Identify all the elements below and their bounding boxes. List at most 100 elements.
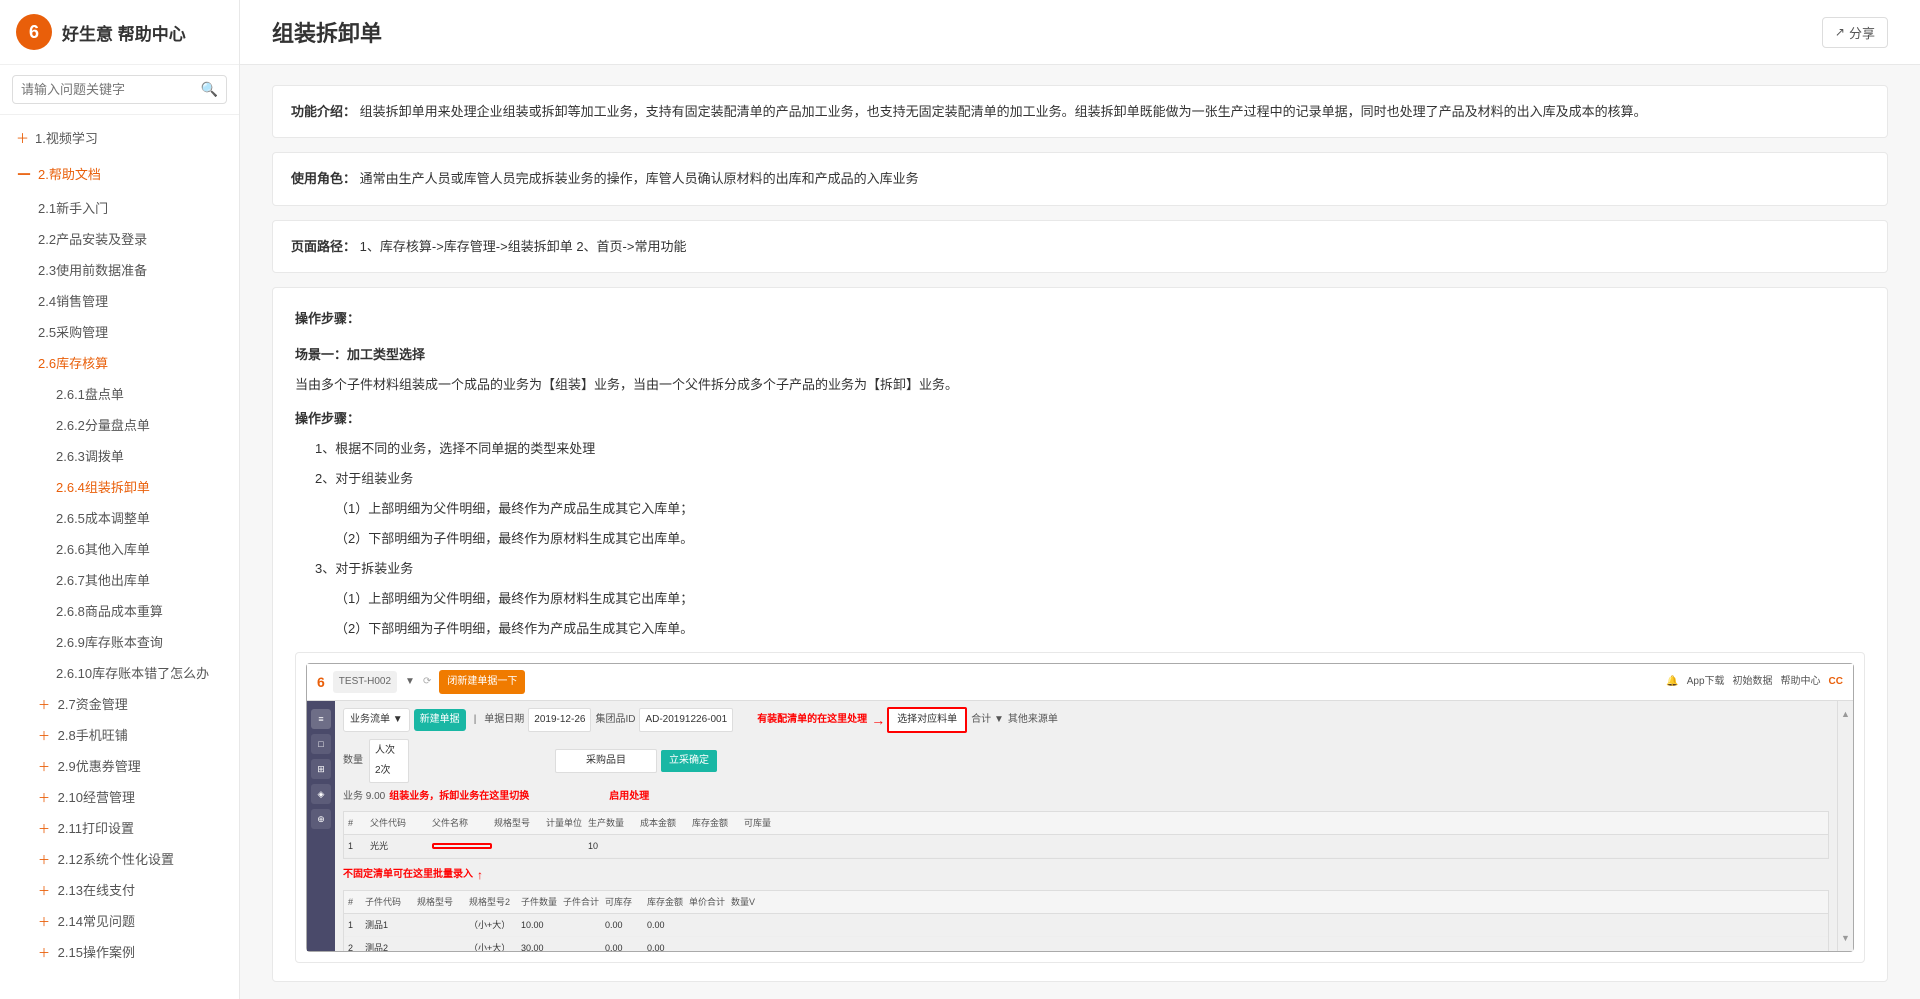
td-name1-highlighted[interactable] — [432, 843, 492, 849]
search-area: 🔍 — [0, 65, 239, 115]
sidebar-item-accounterr[interactable]: 2.6.10库存账本错了怎么办 — [0, 657, 239, 688]
sidebar-item-personalize[interactable]: ＋ 2.12系统个性化设置 — [0, 843, 239, 874]
app-btn-extra1: 合计 ▼ — [971, 710, 1004, 730]
sidebar-item-costrecalc[interactable]: 2.6.8商品成本重算 — [0, 595, 239, 626]
app-dropdown-icon: ▼ — [405, 672, 415, 692]
app-lower-table-header: # 子件代码 规格型号 规格型号2 子件数量 子件合计 可库存 库存金额 单价合… — [344, 891, 1828, 914]
ops-steps-title: 操作步骤： — [295, 406, 1865, 432]
lth-spec2: 规格型号2 — [469, 893, 519, 911]
app-lower-row1: 1 测品1 （小+大） 10.00 0.00 0.00 — [344, 914, 1828, 937]
ltd-qty2: 30.00 — [521, 939, 561, 951]
sidebar-item-costadj[interactable]: 2.6.5成本调整单 — [0, 502, 239, 533]
sidebar-item-capital[interactable]: ＋ 2.7资金管理 — [0, 688, 239, 719]
ltd-spec2b: （小+大） — [469, 939, 519, 951]
sidebar-item-otherin[interactable]: 2.6.6其他入库单 — [0, 533, 239, 564]
app-qty-field[interactable]: 人次 2次 — [369, 739, 409, 783]
sidebar-item-otherout[interactable]: 2.6.7其他出库单 — [0, 564, 239, 595]
sidebar-item-docs[interactable]: － 2.帮助文档 — [0, 154, 239, 192]
app-brand-icon: 6 — [317, 668, 325, 696]
lth-v: 数量V — [731, 893, 755, 911]
feature-intro-text: 组装拆卸单用来处理企业组装或拆卸等加工业务，支持有固定装配清单的产品加工业务，也… — [360, 104, 1647, 119]
app-enable-field[interactable]: 采购品目 — [555, 749, 657, 773]
app-confirm-btn[interactable]: 立采确定 — [661, 750, 717, 772]
ltd-spec1a — [417, 916, 467, 934]
search-box[interactable]: 🔍 — [12, 75, 227, 104]
expand-icon: ＋ — [16, 128, 29, 147]
step3-1: （1）上部明细为父件明细，最终作为原材料生成其它出库单； — [335, 586, 1865, 612]
app-btn-select-assembly[interactable]: 选择对应料单 — [887, 707, 967, 733]
role-text: 通常由生产人员或库管人员完成拆装业务的操作，库管人员确认原材料的出库和产成品的入… — [360, 171, 919, 186]
app-scrollbar[interactable]: ▲ ▼ — [1837, 701, 1853, 951]
th-qty: 生产数量 — [588, 814, 638, 832]
step2-1: （1）上部明细为父件明细，最终作为产成品生成其它入库单； — [335, 496, 1865, 522]
th-unit: 计量单位 — [546, 814, 586, 832]
app-sidebar-icon4: ◈ — [311, 784, 331, 804]
lth-stockamt: 库存金额 — [647, 893, 687, 911]
annotation-text-1: 有装配清单的在这里处理 — [757, 710, 867, 730]
sidebar-item-print[interactable]: ＋ 2.11打印设置 — [0, 812, 239, 843]
sidebar-item-faq[interactable]: ＋ 2.14常见问题 — [0, 905, 239, 936]
expand-icon-mobile: ＋ — [38, 729, 50, 743]
app-docid-field[interactable]: AD-20191226-001 — [639, 708, 733, 732]
th-code: 父件代码 — [370, 814, 430, 832]
share-button[interactable]: ↗ 分享 — [1822, 17, 1888, 48]
ltd-total1 — [563, 916, 603, 934]
app-tab-new[interactable]: 新建单据 — [414, 709, 466, 731]
scroll-up[interactable]: ▲ — [1841, 705, 1850, 723]
lth-unitprice: 单价合计 — [689, 893, 729, 911]
sidebar-item-stockquery[interactable]: 2.6.9库存账本查询 — [0, 626, 239, 657]
app-date-field[interactable]: 2019-12-26 — [528, 708, 591, 732]
step3-2: （2）下部明细为子件明细，最终作为产成品生成其它入库单。 — [335, 616, 1865, 642]
th-idx: # — [348, 814, 368, 832]
app-upper-row1: 1 光光 10 — [344, 835, 1828, 858]
th-cost: 成本金额 — [640, 814, 690, 832]
expand-icon-print: ＋ — [38, 822, 50, 836]
ltd-avail1: 0.00 — [605, 916, 645, 934]
sidebar-item-operation[interactable]: ＋ 2.10经营管理 — [0, 781, 239, 812]
sidebar-item-mobile[interactable]: ＋ 2.8手机旺铺 — [0, 719, 239, 750]
expand-icon-payment: ＋ — [38, 884, 50, 898]
scroll-down[interactable]: ▼ — [1841, 929, 1850, 947]
sidebar-item-purchase[interactable]: 2.5采购管理 — [0, 316, 239, 347]
ops-block: 操作步骤： 场景一：加工类型选择 当由多个子件材料组装成一个成品的业务为【组装】… — [272, 287, 1888, 982]
logo-icon: 6 — [16, 14, 52, 50]
sidebar-item-transfer[interactable]: 2.6.3调拨单 — [0, 440, 239, 471]
th-spec: 规格型号 — [494, 814, 544, 832]
sidebar-item-coupon[interactable]: ＋ 2.9优惠券管理 — [0, 750, 239, 781]
search-input[interactable] — [21, 82, 201, 97]
annotation-text-3: 启用处理 — [609, 787, 649, 807]
ltd-code2: 测品2 — [365, 939, 415, 951]
sidebar-item-assembly[interactable]: 2.6.4组装拆卸单 — [0, 471, 239, 502]
sidebar-item-inventory[interactable]: 2.6库存核算 — [0, 347, 239, 378]
sidebar-item-data[interactable]: 2.3使用前数据准备 — [0, 254, 239, 285]
screenshot-container: 6 TEST-H002 ▼ ⟳ 闭新建单据一下 🔔 App下载 初始数据 帮助中… — [295, 652, 1865, 963]
ops-title: 操作步骤： — [295, 306, 1865, 332]
role-block: 使用角色： 通常由生产人员或库管人员完成拆装业务的操作，库管人员确认原材料的出库… — [272, 152, 1888, 205]
app-tabs-row: 业务流单 ▼ 新建单据 | 单据日期 2019-12-26 集团品ID AD-2… — [343, 706, 1829, 734]
scene1-title: 场景一：加工类型选择 — [295, 342, 1865, 368]
expand-icon-cases: ＋ — [38, 946, 50, 960]
share-icon: ↗ — [1835, 25, 1845, 39]
ltd-unitprice2 — [689, 939, 729, 951]
sidebar-item-cases[interactable]: ＋ 2.15操作案例 — [0, 936, 239, 967]
annotation-switch: 业务 9.00 组装业务，拆卸业务在这里切换 启用处理 — [343, 787, 1829, 807]
search-icon[interactable]: 🔍 — [201, 81, 218, 98]
app-icon-sidebar: ≡ □ ⊞ ◈ ⊕ — [307, 701, 335, 951]
sidebar-item-newcomer[interactable]: 2.1新手入门 — [0, 192, 239, 223]
app-new-doc-btn[interactable]: 闭新建单据一下 — [439, 670, 525, 694]
app-tab-list[interactable]: 业务流单 ▼ — [343, 708, 410, 732]
app-row2: 数量 人次 2次 采购品目 立采确定 — [343, 739, 1829, 783]
sidebar-item-video[interactable]: ＋ 1.视频学习 — [0, 121, 239, 154]
sidebar-item-partialstocktake[interactable]: 2.6.2分量盘点单 — [0, 409, 239, 440]
sidebar-item-install[interactable]: 2.2产品安装及登录 — [0, 223, 239, 254]
step2: 2、对于组装业务 — [315, 466, 1865, 492]
page-title: 组装拆卸单 — [272, 16, 382, 48]
ltd-v1 — [731, 916, 751, 934]
app-btn-extra2: 其他来源单 — [1008, 710, 1058, 730]
sidebar-item-payment[interactable]: ＋ 2.13在线支付 — [0, 874, 239, 905]
annotation-arrow-4: ↑ — [477, 863, 483, 887]
sidebar-item-sales[interactable]: 2.4销售管理 — [0, 285, 239, 316]
sidebar-item-stocktake[interactable]: 2.6.1盘点单 — [0, 378, 239, 409]
expand-icon-capital: ＋ — [38, 698, 50, 712]
scene1-desc: 当由多个子件材料组装成一个成品的业务为【组装】业务，当由一个父件拆分成多个子产品… — [295, 372, 1865, 398]
